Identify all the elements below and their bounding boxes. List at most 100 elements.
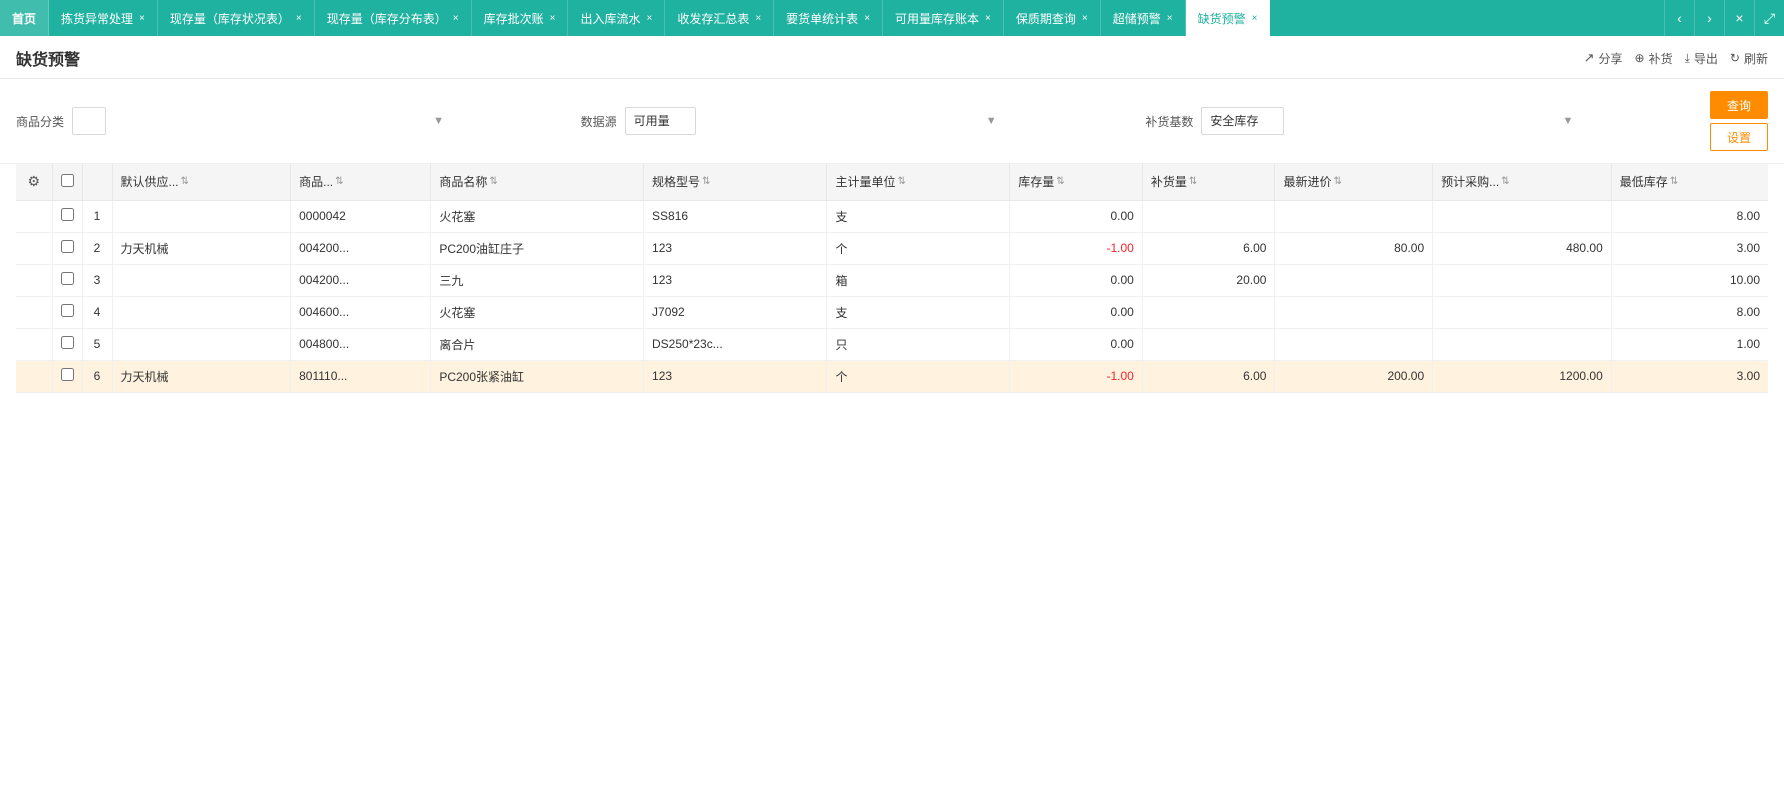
select-all-checkbox[interactable] — [61, 174, 74, 187]
tab-inout-label: 出入库流水 — [580, 10, 640, 27]
tab-abnormal-close[interactable]: × — [139, 13, 145, 24]
row-checkbox[interactable] — [61, 304, 74, 317]
row-latest-price — [1275, 296, 1433, 328]
sort-forecast-icon: ⇅ — [1501, 176, 1509, 187]
nav-expand-btn[interactable]: ⤢ — [1754, 0, 1784, 36]
tab-expiry[interactable]: 保质期查询 × — [1004, 0, 1101, 36]
row-settings — [16, 328, 52, 360]
share-label: 分享 — [1599, 50, 1623, 67]
export-action[interactable]: ⤓ 导出 — [1685, 50, 1718, 67]
settings-button[interactable]: 设置 — [1710, 123, 1768, 151]
table-row: 1 0000042 火花塞 SS816 支 0.00 8.00 — [16, 200, 1768, 232]
th-min-stock[interactable]: 最低库存 ⇅ — [1611, 164, 1768, 200]
replenish-select-wrapper: 安全库存 ▼ — [1201, 107, 1581, 135]
filter-area: 商品分类 ▼ 数据源 可用量 ▼ 补货基数 安全库存 — [0, 79, 1784, 164]
row-latest-price — [1275, 200, 1433, 232]
row-forecast — [1433, 328, 1612, 360]
tab-shortage-close[interactable]: × — [1252, 13, 1258, 24]
tab-home-label: 首页 — [12, 10, 36, 27]
row-latest-price: 200.00 — [1275, 360, 1433, 392]
row-checkbox-cell — [52, 200, 82, 232]
tab-inventory-status[interactable]: 现存量（库存状况表） × — [158, 0, 315, 36]
datasource-select-wrapper: 可用量 ▼ — [625, 107, 1005, 135]
row-spec: J7092 — [644, 296, 827, 328]
tab-home[interactable]: 首页 — [0, 0, 49, 36]
tab-available[interactable]: 可用量库存账本 × — [883, 0, 1004, 36]
tab-abnormal[interactable]: 拣货异常处理 × — [49, 0, 158, 36]
row-forecast: 480.00 — [1433, 232, 1612, 264]
column-settings-icon[interactable]: ⚙ — [27, 173, 40, 189]
th-code[interactable]: 商品... ⇅ — [291, 164, 431, 200]
th-name[interactable]: 商品名称 ⇅ — [431, 164, 644, 200]
refresh-action[interactable]: ↻ 刷新 — [1730, 50, 1768, 67]
row-settings — [16, 200, 52, 232]
tab-batch-close[interactable]: × — [550, 13, 556, 24]
export-label: 导出 — [1694, 50, 1718, 67]
tab-inout-close[interactable]: × — [646, 13, 652, 24]
nav-next-btn[interactable]: › — [1694, 0, 1724, 36]
row-supplier — [112, 264, 291, 296]
header-actions: ↗ 分享 ⊕ 补货 ⤓ 导出 ↻ 刷新 — [1584, 50, 1768, 67]
table-body: 1 0000042 火花塞 SS816 支 0.00 8.00 2 力天机械 0… — [16, 200, 1768, 392]
row-replenish — [1142, 328, 1275, 360]
th-forecast[interactable]: 预计采购... ⇅ — [1433, 164, 1612, 200]
row-checkbox[interactable] — [61, 368, 74, 381]
tab-demand-close[interactable]: × — [864, 13, 870, 24]
row-stock: 0.00 — [1010, 296, 1143, 328]
category-select[interactable] — [72, 107, 106, 135]
replenish-icon: ⊕ — [1635, 51, 1645, 65]
category-select-wrapper: ▼ — [72, 107, 452, 135]
row-stock: 0.00 — [1010, 200, 1143, 232]
row-code: 004200... — [291, 232, 431, 264]
tab-collect-close[interactable]: × — [755, 13, 761, 24]
row-checkbox-cell — [52, 296, 82, 328]
row-code: 004600... — [291, 296, 431, 328]
tab-overstock-close[interactable]: × — [1167, 13, 1173, 24]
row-supplier — [112, 328, 291, 360]
replenish-action[interactable]: ⊕ 补货 — [1635, 50, 1673, 67]
row-checkbox-cell — [52, 328, 82, 360]
share-action[interactable]: ↗ 分享 — [1584, 50, 1623, 67]
row-code: 004200... — [291, 264, 431, 296]
sort-code-icon: ⇅ — [335, 176, 343, 187]
th-replenish[interactable]: 补货量 ⇅ — [1142, 164, 1275, 200]
tab-inout[interactable]: 出入库流水 × — [568, 0, 665, 36]
row-checkbox[interactable] — [61, 272, 74, 285]
th-checkbox — [52, 164, 82, 200]
th-supplier[interactable]: 默认供应... ⇅ — [112, 164, 291, 200]
table-row: 2 力天机械 004200... PC200油缸庄子 123 个 -1.00 6… — [16, 232, 1768, 264]
tab-inventory-status-label: 现存量（库存状况表） — [170, 10, 290, 27]
tab-shortage[interactable]: 缺货预警 × — [1186, 0, 1271, 36]
tab-inventory-status-close[interactable]: × — [296, 13, 302, 24]
sort-replenish-icon: ⇅ — [1189, 176, 1197, 187]
row-unit: 只 — [827, 328, 1010, 360]
datasource-select[interactable]: 可用量 — [625, 107, 696, 135]
row-forecast: 1200.00 — [1433, 360, 1612, 392]
tab-batch[interactable]: 库存批次账 × — [472, 0, 569, 36]
th-unit[interactable]: 主计量单位 ⇅ — [827, 164, 1010, 200]
row-checkbox[interactable] — [61, 208, 74, 221]
tab-expiry-close[interactable]: × — [1082, 13, 1088, 24]
replenish-select[interactable]: 安全库存 — [1201, 107, 1284, 135]
row-settings — [16, 232, 52, 264]
th-stock[interactable]: 库存量 ⇅ — [1010, 164, 1143, 200]
query-button[interactable]: 查询 — [1710, 91, 1768, 119]
tab-inventory-dist[interactable]: 现存量（库存分布表） × — [315, 0, 472, 36]
table-row: 6 力天机械 801110... PC200张紧油缸 123 个 -1.00 6… — [16, 360, 1768, 392]
nav-close-btn[interactable]: × — [1724, 0, 1754, 36]
th-index — [82, 164, 112, 200]
row-checkbox[interactable] — [61, 336, 74, 349]
th-latest-price[interactable]: 最新进价 ⇅ — [1275, 164, 1433, 200]
tab-demand[interactable]: 要货单统计表 × — [774, 0, 883, 36]
th-spec[interactable]: 规格型号 ⇅ — [644, 164, 827, 200]
tab-collect[interactable]: 收发存汇总表 × — [665, 0, 774, 36]
tab-available-close[interactable]: × — [985, 13, 991, 24]
row-spec: 123 — [644, 232, 827, 264]
nav-prev-btn[interactable]: ‹ — [1664, 0, 1694, 36]
row-checkbox[interactable] — [61, 240, 74, 253]
table-container: ⚙ 默认供应... ⇅ 商品... — [0, 164, 1784, 393]
sort-latest-price-icon: ⇅ — [1333, 176, 1341, 187]
tab-inventory-dist-close[interactable]: × — [453, 13, 459, 24]
datasource-chevron-icon: ▼ — [986, 115, 997, 127]
tab-overstock[interactable]: 超储预警 × — [1101, 0, 1186, 36]
